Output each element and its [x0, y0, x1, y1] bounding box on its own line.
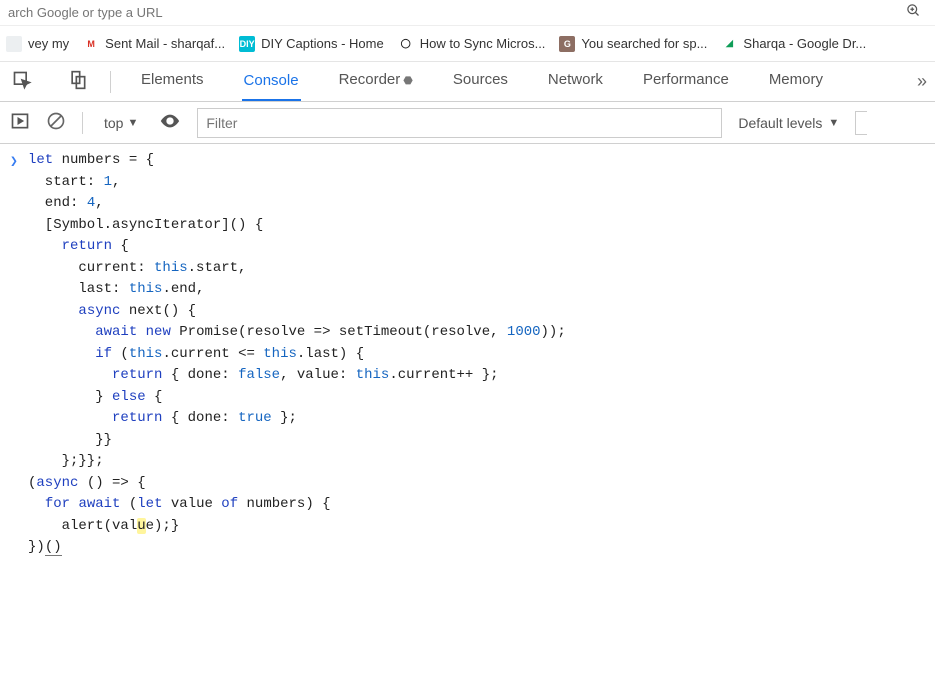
bookmark-item[interactable]: M Sent Mail - sharqaf... [83, 36, 225, 52]
bookmark-favicon: M [83, 36, 99, 52]
bookmark-label: How to Sync Micros... [420, 36, 546, 51]
bookmark-favicon: G [559, 36, 575, 52]
bookmark-label: You searched for sp... [581, 36, 707, 51]
code-block[interactable]: let numbers = { start: 1, end: 4, [Symbo… [28, 150, 566, 559]
bookmarks-bar: vey my M Sent Mail - sharqaf... DIY DIY Capt… [0, 26, 935, 62]
bookmark-label: Sharqa - Google Dr... [743, 36, 866, 51]
tab-network[interactable]: Network [546, 63, 605, 100]
zoom-icon[interactable] [900, 3, 927, 23]
context-selector[interactable]: top ▼ [99, 111, 143, 135]
bookmark-label: DIY Captions - Home [261, 36, 384, 51]
preview-badge-icon: ⬣ [403, 75, 413, 87]
log-levels-selector[interactable]: Default levels ▼ [738, 115, 839, 131]
inspect-icon[interactable] [8, 66, 36, 98]
url-input[interactable] [8, 5, 900, 20]
tab-recorder[interactable]: Recorder⬣ [337, 63, 415, 100]
bookmark-item[interactable]: vey my [6, 36, 69, 52]
prompt-icon: ❯ [10, 150, 28, 173]
tab-performance[interactable]: Performance [641, 63, 731, 100]
devtools-tab-bar: Elements Console Recorder⬣ Sources Network Pe… [0, 62, 935, 102]
bookmark-item[interactable]: DIY DIY Captions - Home [239, 36, 384, 52]
device-toggle-icon[interactable] [64, 66, 92, 98]
play-icon[interactable] [10, 111, 30, 134]
bookmark-favicon: ◢ [721, 36, 737, 52]
chevron-down-icon: ▼ [828, 117, 839, 129]
address-bar [0, 0, 935, 26]
bookmark-item[interactable]: ◯ How to Sync Micros... [398, 36, 546, 52]
console-output[interactable]: ❯ let numbers = { start: 1, end: 4, [Sym… [0, 144, 935, 559]
bookmark-item[interactable]: G You searched for sp... [559, 36, 707, 52]
bookmark-label: vey my [28, 36, 69, 51]
log-levels-label: Default levels [738, 115, 822, 131]
tab-console[interactable]: Console [242, 64, 301, 101]
tab-memory[interactable]: Memory [767, 63, 825, 100]
chevron-down-icon: ▼ [127, 117, 138, 129]
bookmark-favicon: DIY [239, 36, 255, 52]
bookmark-item[interactable]: ◢ Sharqa - Google Dr... [721, 36, 866, 52]
tab-sources[interactable]: Sources [451, 63, 510, 100]
sidebar-toggle-icon[interactable] [855, 111, 867, 135]
bookmark-favicon [6, 36, 22, 52]
eye-icon[interactable] [159, 110, 181, 135]
filter-input[interactable] [197, 108, 722, 138]
more-tabs-icon[interactable]: » [917, 71, 927, 92]
tab-elements[interactable]: Elements [139, 63, 206, 100]
clear-console-icon[interactable] [46, 111, 66, 134]
context-label: top [104, 115, 123, 131]
bookmark-favicon: ◯ [398, 36, 414, 52]
console-toolbar: top ▼ Default levels ▼ [0, 102, 935, 144]
bookmark-label: Sent Mail - sharqaf... [105, 36, 225, 51]
